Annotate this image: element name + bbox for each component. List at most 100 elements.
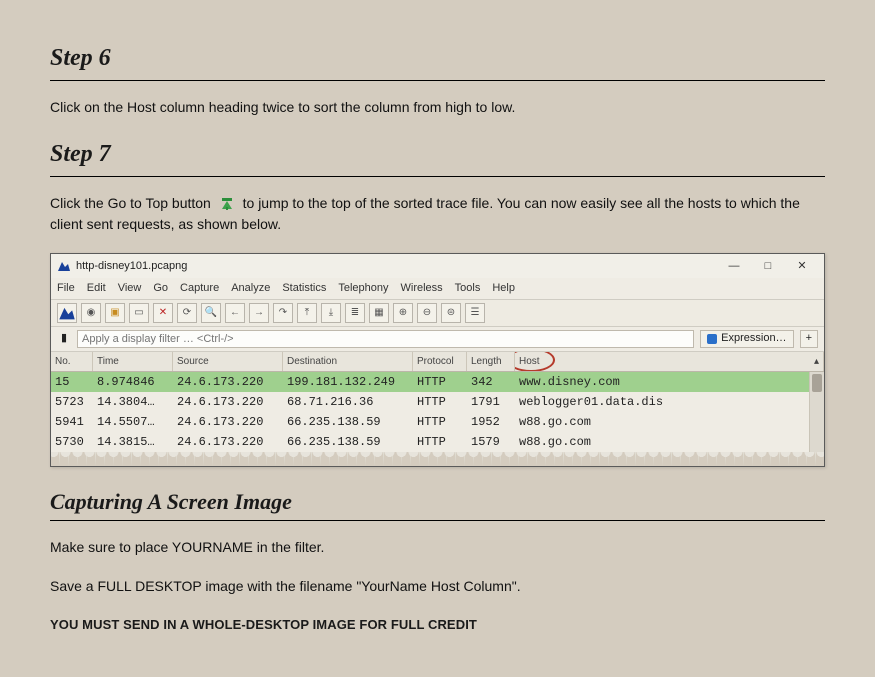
table-row[interactable]: 15 8.974846 24.6.173.220 199.181.132.249…	[51, 372, 824, 392]
step6-heading: Step 6	[50, 40, 825, 76]
cell-no: 5941	[51, 412, 93, 432]
maximize-button[interactable]: □	[752, 257, 784, 275]
toolbar-close-icon[interactable]: ✕	[153, 303, 173, 323]
cell-time: 14.3815…	[93, 432, 173, 452]
toolbar-fwd-icon[interactable]: →	[249, 303, 269, 323]
cell-host: www.disney.com	[515, 372, 820, 392]
titlebar: http-disney101.pcapng — □ ✕	[51, 254, 824, 278]
toolbar: ◉ ▣ ▭ ✕ ⟳ 🔍 ← → ↷ ⤒ ⤓ ≣ ▦ ⊕ ⊖ ⊜ ☰	[51, 299, 824, 327]
menu-analyze[interactable]: Analyze	[231, 280, 270, 297]
expression-label: Expression…	[721, 330, 786, 347]
filter-bar: ▮ Expression… +	[51, 327, 824, 352]
cell-no: 5723	[51, 392, 93, 412]
toolbar-zoomin-icon[interactable]: ⊕	[393, 303, 413, 323]
menu-capture[interactable]: Capture	[180, 280, 219, 297]
cell-dst: 68.71.216.36	[283, 392, 413, 412]
toolbar-reload-icon[interactable]: ⟳	[177, 303, 197, 323]
step7-text-before: Click the Go to Top button	[50, 195, 215, 211]
col-time[interactable]: Time	[93, 352, 173, 371]
col-destination[interactable]: Destination	[283, 352, 413, 371]
menu-edit[interactable]: Edit	[87, 280, 106, 297]
cell-src: 24.6.173.220	[173, 412, 283, 432]
bookmark-icon[interactable]: ▮	[57, 330, 71, 347]
cell-host: w88.go.com	[515, 412, 820, 432]
cell-dst: 66.235.138.59	[283, 432, 413, 452]
step6-text: Click on the Host column heading twice t…	[50, 97, 825, 118]
expression-button[interactable]: Expression…	[700, 330, 793, 348]
torn-edge-decoration	[51, 452, 824, 466]
menu-file[interactable]: File	[57, 280, 75, 297]
toolbar-jump-icon[interactable]: ↷	[273, 303, 293, 323]
step7-heading: Step 7	[50, 136, 825, 172]
cell-src: 24.6.173.220	[173, 432, 283, 452]
table-row[interactable]: 5941 14.5507… 24.6.173.220 66.235.138.59…	[51, 412, 824, 432]
col-host-label: Host	[519, 354, 540, 369]
cell-no: 15	[51, 372, 93, 392]
cell-time: 14.5507…	[93, 412, 173, 432]
col-host[interactable]: Host	[515, 352, 810, 371]
cell-len: 1579	[467, 432, 515, 452]
toolbar-find-icon[interactable]: 🔍	[201, 303, 221, 323]
cell-time: 8.974846	[93, 372, 173, 392]
toolbar-zoomout-icon[interactable]: ⊖	[417, 303, 437, 323]
cell-src: 24.6.173.220	[173, 392, 283, 412]
wireshark-icon	[57, 259, 71, 273]
toolbar-bottom-icon[interactable]: ⤓	[321, 303, 341, 323]
menu-view[interactable]: View	[118, 280, 142, 297]
col-scroll-gutter: ▴	[810, 352, 824, 371]
window-title: http-disney101.pcapng	[76, 258, 716, 275]
capture-line2: Save a FULL DESKTOP image with the filen…	[50, 576, 825, 597]
toolbar-back-icon[interactable]: ←	[225, 303, 245, 323]
capture-line3: YOU MUST SEND IN A WHOLE-DESKTOP IMAGE F…	[50, 615, 825, 635]
toolbar-color-icon[interactable]: ▦	[369, 303, 389, 323]
menu-tools[interactable]: Tools	[455, 280, 481, 297]
cell-proto: HTTP	[413, 412, 467, 432]
capture-heading: Capturing A Screen Image	[50, 485, 825, 518]
menu-wireless[interactable]: Wireless	[401, 280, 443, 297]
col-source[interactable]: Source	[173, 352, 283, 371]
close-button[interactable]: ✕	[786, 257, 818, 275]
packet-list-header: No. Time Source Destination Protocol Len…	[51, 352, 824, 372]
toolbar-folder-icon[interactable]: ▣	[105, 303, 125, 323]
cell-src: 24.6.173.220	[173, 372, 283, 392]
menubar: File Edit View Go Capture Analyze Statis…	[51, 278, 824, 299]
menu-help[interactable]: Help	[492, 280, 515, 297]
cell-no: 5730	[51, 432, 93, 452]
expression-dot-icon	[707, 334, 717, 344]
table-row[interactable]: 5730 14.3815… 24.6.173.220 66.235.138.59…	[51, 432, 824, 452]
cell-len: 342	[467, 372, 515, 392]
filter-plus-button[interactable]: +	[800, 330, 818, 348]
cell-time: 14.3804…	[93, 392, 173, 412]
capture-line1: Make sure to place YOURNAME in the filte…	[50, 537, 825, 558]
toolbar-shark-icon[interactable]	[57, 303, 77, 323]
divider	[50, 176, 825, 177]
cell-proto: HTTP	[413, 392, 467, 412]
cell-proto: HTTP	[413, 372, 467, 392]
menu-statistics[interactable]: Statistics	[282, 280, 326, 297]
toolbar-resize-icon[interactable]: ☰	[465, 303, 485, 323]
toolbar-auto-icon[interactable]: ≣	[345, 303, 365, 323]
menu-telephony[interactable]: Telephony	[338, 280, 388, 297]
toolbar-zoom1-icon[interactable]: ⊜	[441, 303, 461, 323]
table-row[interactable]: 5723 14.3804… 24.6.173.220 68.71.216.36 …	[51, 392, 824, 412]
menu-go[interactable]: Go	[153, 280, 168, 297]
step7-text: Click the Go to Top button to jump to th…	[50, 193, 825, 235]
scrollbar-thumb[interactable]	[812, 374, 822, 392]
toolbar-circle-icon[interactable]: ◉	[81, 303, 101, 323]
cell-dst: 199.181.132.249	[283, 372, 413, 392]
divider	[50, 80, 825, 81]
col-length[interactable]: Length	[467, 352, 515, 371]
wireshark-window: http-disney101.pcapng — □ ✕ File Edit Vi…	[50, 253, 825, 467]
cell-host: w88.go.com	[515, 432, 820, 452]
cell-len: 1952	[467, 412, 515, 432]
toolbar-top-icon[interactable]: ⤒	[297, 303, 317, 323]
cell-len: 1791	[467, 392, 515, 412]
minimize-button[interactable]: —	[718, 257, 750, 275]
cell-proto: HTTP	[413, 432, 467, 452]
col-protocol[interactable]: Protocol	[413, 352, 467, 371]
col-no[interactable]: No.	[51, 352, 93, 371]
scrollbar[interactable]	[809, 372, 824, 452]
display-filter-input[interactable]	[77, 330, 694, 348]
toolbar-save-icon[interactable]: ▭	[129, 303, 149, 323]
cell-host: weblogger01.data.dis	[515, 392, 820, 412]
